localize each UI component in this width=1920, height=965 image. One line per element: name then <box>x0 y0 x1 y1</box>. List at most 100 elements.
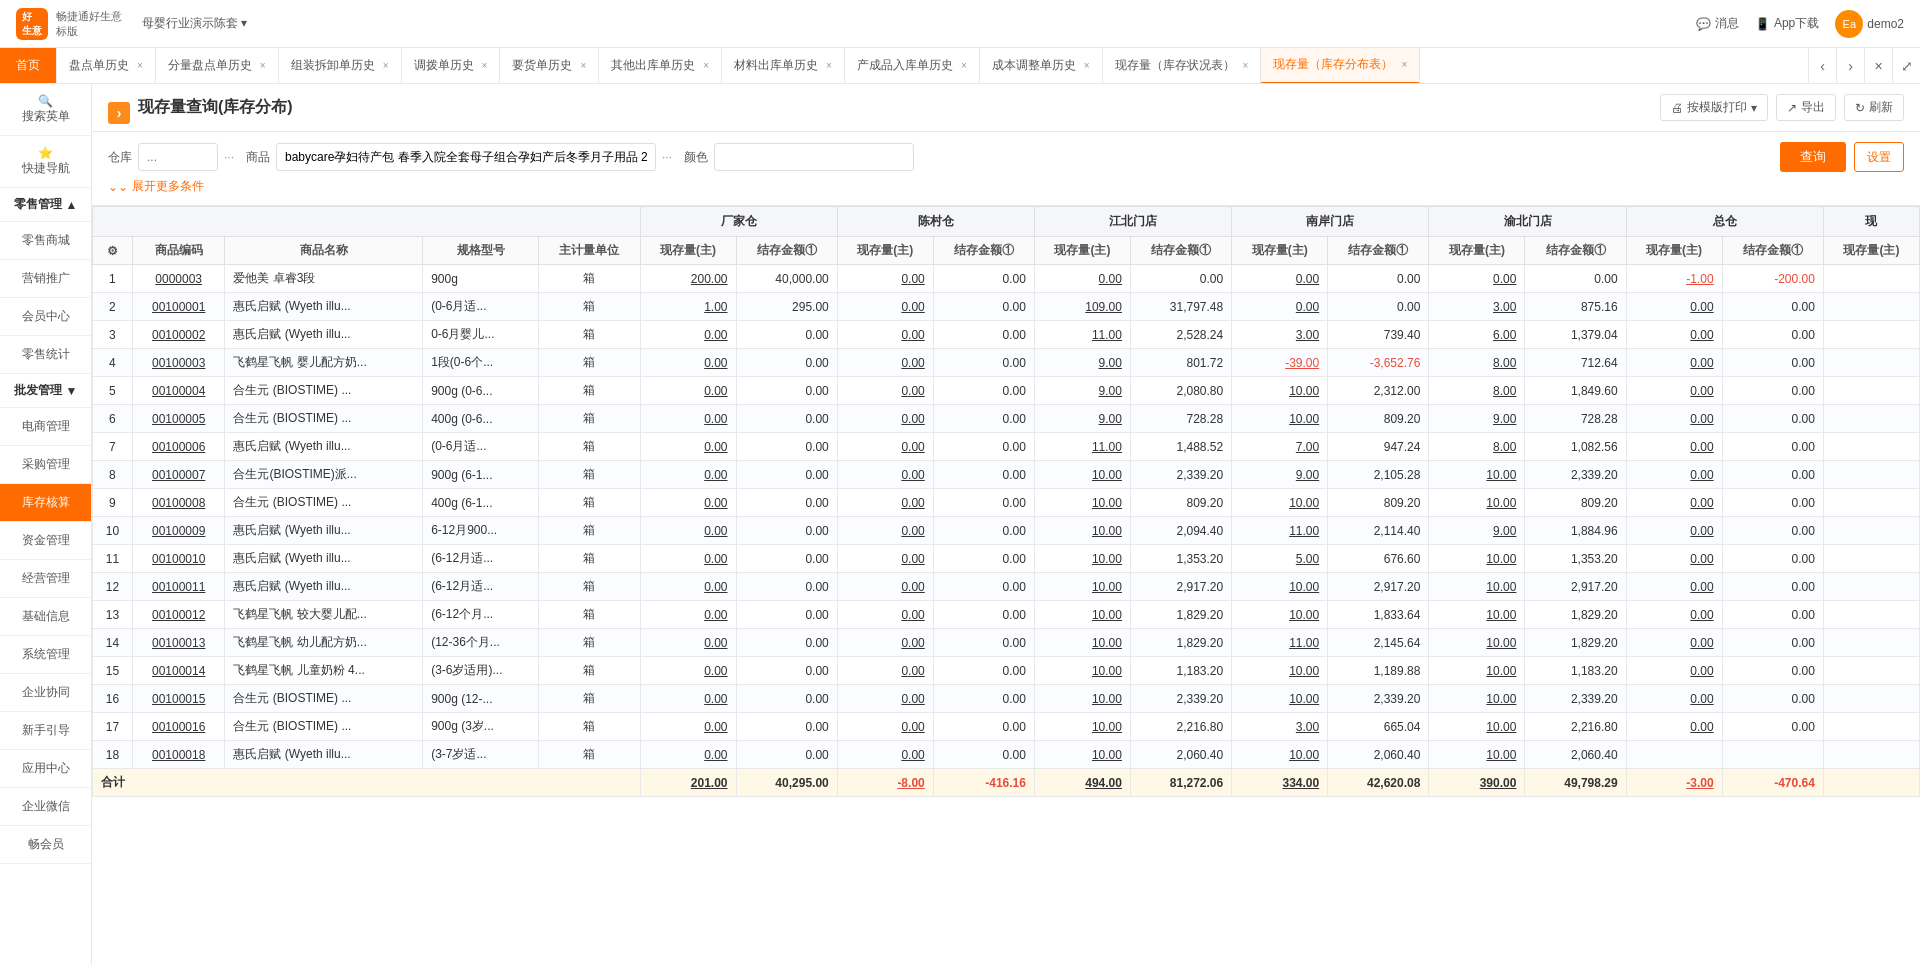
row-factory-qty[interactable]: 0.00 <box>640 713 736 741</box>
row-jiangbei-qty[interactable]: 11.00 <box>1034 433 1130 461</box>
row-chen-qty[interactable]: 0.00 <box>837 489 933 517</box>
total-jiangbei-qty[interactable]: 494.00 <box>1034 769 1130 797</box>
sidebar-item-member2[interactable]: 畅会员 <box>0 826 91 864</box>
row-nanan-qty[interactable]: 7.00 <box>1232 433 1328 461</box>
sidebar-item-enterprise-collab[interactable]: 企业协同 <box>0 674 91 712</box>
row-total-qty[interactable]: 0.00 <box>1626 517 1722 545</box>
tab-transfer[interactable]: 调拨单历史 × <box>402 48 501 84</box>
sidebar-item-quick-nav[interactable]: ⭐ 快捷导航 <box>0 136 91 188</box>
row-jiangbei-qty[interactable]: 10.00 <box>1034 629 1130 657</box>
row-chen-qty[interactable]: 0.00 <box>837 349 933 377</box>
collapse-btn[interactable]: › <box>108 102 130 124</box>
row-yubei-qty[interactable]: 8.00 <box>1429 377 1525 405</box>
row-nanan-qty[interactable]: 10.00 <box>1232 601 1328 629</box>
row-yubei-qty[interactable]: 10.00 <box>1429 489 1525 517</box>
row-total-qty[interactable]: 0.00 <box>1626 405 1722 433</box>
row-factory-qty[interactable]: 1.00 <box>640 293 736 321</box>
row-jiangbei-qty[interactable]: 11.00 <box>1034 321 1130 349</box>
row-factory-qty[interactable]: 0.00 <box>640 545 736 573</box>
sidebar-item-marketing[interactable]: 营销推广 <box>0 260 91 298</box>
row-chen-qty[interactable]: 0.00 <box>837 713 933 741</box>
row-total-qty[interactable]: -1.00 <box>1626 265 1722 293</box>
goods-more-btn[interactable]: ··· <box>662 150 672 164</box>
sidebar-item-purchase[interactable]: 采购管理 <box>0 446 91 484</box>
row-total-qty[interactable]: 0.00 <box>1626 629 1722 657</box>
tab-prev-btn[interactable]: ‹ <box>1808 48 1836 84</box>
row-jiangbei-qty[interactable]: 9.00 <box>1034 405 1130 433</box>
row-factory-qty[interactable]: 0.00 <box>640 657 736 685</box>
row-nanan-qty[interactable]: 9.00 <box>1232 461 1328 489</box>
warehouse-input[interactable] <box>138 143 218 171</box>
row-chen-qty[interactable]: 0.00 <box>837 461 933 489</box>
sidebar-item-guide[interactable]: 新手引导 <box>0 712 91 750</box>
row-factory-qty[interactable]: 0.00 <box>640 349 736 377</box>
row-nanan-qty[interactable]: 10.00 <box>1232 657 1328 685</box>
row-total-qty[interactable] <box>1626 741 1722 769</box>
row-code[interactable]: 00100009 <box>132 517 225 545</box>
expand-conditions-btn[interactable]: ⌄⌄ 展开更多条件 <box>108 178 1904 195</box>
row-yubei-qty[interactable]: 10.00 <box>1429 545 1525 573</box>
row-total-qty[interactable]: 0.00 <box>1626 545 1722 573</box>
row-factory-qty[interactable]: 0.00 <box>640 377 736 405</box>
row-chen-qty[interactable]: 0.00 <box>837 741 933 769</box>
row-nanan-qty[interactable]: 11.00 <box>1232 629 1328 657</box>
row-yubei-qty[interactable]: 10.00 <box>1429 657 1525 685</box>
row-chen-qty[interactable]: 0.00 <box>837 321 933 349</box>
row-nanan-qty[interactable]: 10.00 <box>1232 377 1328 405</box>
tab-home[interactable]: 首页 <box>0 48 57 84</box>
sidebar-item-app-center[interactable]: 应用中心 <box>0 750 91 788</box>
tab-stock-status[interactable]: 现存量（库存状况表）× <box>1103 48 1262 84</box>
row-chen-qty[interactable]: 0.00 <box>837 377 933 405</box>
row-nanan-qty[interactable]: 10.00 <box>1232 489 1328 517</box>
row-total-qty[interactable]: 0.00 <box>1626 293 1722 321</box>
app-download-btn[interactable]: 📱 App下载 <box>1755 15 1819 32</box>
row-nanan-qty[interactable]: 10.00 <box>1232 573 1328 601</box>
user-area[interactable]: Ea demo2 <box>1835 10 1904 38</box>
row-jiangbei-qty[interactable]: 10.00 <box>1034 573 1130 601</box>
sidebar-item-retail-mall[interactable]: 零售商城 <box>0 222 91 260</box>
row-jiangbei-qty[interactable]: 10.00 <box>1034 657 1130 685</box>
sidebar-item-ecommerce[interactable]: 电商管理 <box>0 408 91 446</box>
row-yubei-qty[interactable]: 10.00 <box>1429 741 1525 769</box>
row-code[interactable]: 00100004 <box>132 377 225 405</box>
sidebar-item-basic-info[interactable]: 基础信息 <box>0 598 91 636</box>
row-total-qty[interactable]: 0.00 <box>1626 685 1722 713</box>
row-total-qty[interactable]: 0.00 <box>1626 433 1722 461</box>
row-nanan-qty[interactable]: 10.00 <box>1232 405 1328 433</box>
row-factory-qty[interactable]: 0.00 <box>640 601 736 629</box>
row-yubei-qty[interactable]: 10.00 <box>1429 601 1525 629</box>
row-yubei-qty[interactable]: 6.00 <box>1429 321 1525 349</box>
table-area[interactable]: 厂家仓 陈村仓 江北门店 南岸门店 渝北门店 总仓 现 ⚙ 商品编码 商品名称 … <box>92 206 1920 965</box>
row-total-qty[interactable]: 0.00 <box>1626 489 1722 517</box>
row-chen-qty[interactable]: 0.00 <box>837 601 933 629</box>
total-total-qty[interactable]: -3.00 <box>1626 769 1722 797</box>
row-yubei-qty[interactable]: 9.00 <box>1429 517 1525 545</box>
row-jiangbei-qty[interactable]: 10.00 <box>1034 685 1130 713</box>
sidebar-item-system[interactable]: 系统管理 <box>0 636 91 674</box>
sidebar-item-retail-stats[interactable]: 零售统计 <box>0 336 91 374</box>
row-code[interactable]: 00100001 <box>132 293 225 321</box>
row-jiangbei-qty[interactable]: 10.00 <box>1034 545 1130 573</box>
row-code[interactable]: 00100007 <box>132 461 225 489</box>
tab-next-btn[interactable]: › <box>1836 48 1864 84</box>
row-factory-qty[interactable]: 0.00 <box>640 685 736 713</box>
row-code[interactable]: 00100018 <box>132 741 225 769</box>
row-code[interactable]: 00100006 <box>132 433 225 461</box>
row-factory-qty[interactable]: 0.00 <box>640 517 736 545</box>
row-yubei-qty[interactable]: 3.00 <box>1429 293 1525 321</box>
tab-sub-inventory[interactable]: 分量盘点单历史 × <box>156 48 279 84</box>
row-chen-qty[interactable]: 0.00 <box>837 685 933 713</box>
tab-assembly[interactable]: 组装拆卸单历史 × <box>279 48 402 84</box>
row-jiangbei-qty[interactable]: 10.00 <box>1034 461 1130 489</box>
row-jiangbei-qty[interactable]: 10.00 <box>1034 741 1130 769</box>
tab-other-outbound[interactable]: 其他出库单历史 × <box>599 48 722 84</box>
row-jiangbei-qty[interactable]: 10.00 <box>1034 601 1130 629</box>
row-chen-qty[interactable]: 0.00 <box>837 265 933 293</box>
row-yubei-qty[interactable]: 10.00 <box>1429 461 1525 489</box>
row-code[interactable]: 0000003 <box>132 265 225 293</box>
row-nanan-qty[interactable]: 0.00 <box>1232 265 1328 293</box>
row-total-qty[interactable]: 0.00 <box>1626 657 1722 685</box>
query-button[interactable]: 查询 <box>1780 142 1846 172</box>
row-chen-qty[interactable]: 0.00 <box>837 293 933 321</box>
tab-inventory-count[interactable]: 盘点单历史 × <box>57 48 156 84</box>
